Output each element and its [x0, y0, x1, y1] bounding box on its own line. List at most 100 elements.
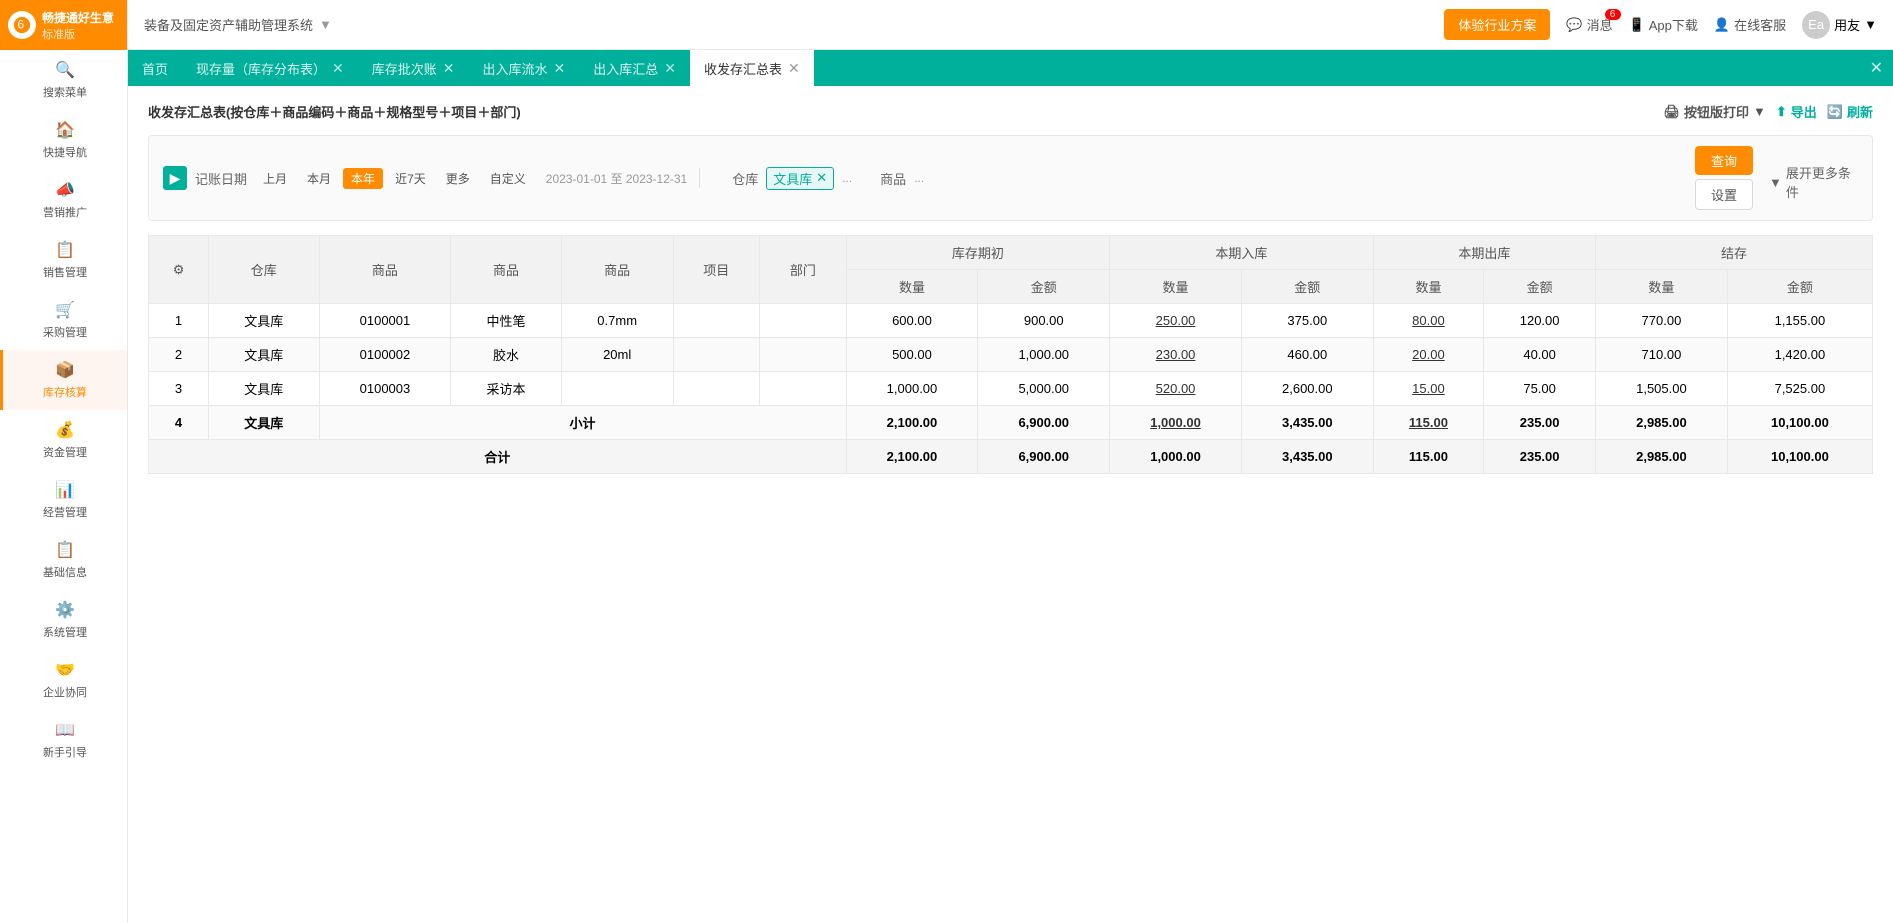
row2-in-qty[interactable]: 230.00 [1110, 338, 1242, 372]
this-month-btn[interactable]: 本月 [299, 168, 339, 189]
purchase-icon: 🛒 [55, 300, 75, 320]
subtotal-out-qty[interactable]: 115.00 [1373, 406, 1484, 440]
sidebar-item-basic[interactable]: 📋 基础信息 [0, 530, 127, 590]
sidebar-item-sales[interactable]: 📋 销售管理 [0, 230, 127, 290]
tab-close-icon[interactable]: ✕ [332, 61, 344, 75]
this-year-btn[interactable]: 本年 [343, 168, 383, 189]
row1-open-qty: 600.00 [846, 304, 978, 338]
app-download-button[interactable]: 📱 App下载 [1629, 15, 1698, 34]
sidebar-item-finance[interactable]: 💰 资金管理 [0, 410, 127, 470]
warehouse-tag[interactable]: 文具库 ✕ [766, 167, 834, 190]
topbar-system: 装备及固定资产辅助管理系统 ▼ [144, 15, 332, 34]
row1-project [673, 304, 760, 338]
row2-code: 0100002 [319, 338, 451, 372]
tab-inventory-dist[interactable]: 现存量（库存分布表） ✕ [182, 50, 358, 86]
settings-col-header[interactable]: ⚙ [149, 236, 209, 304]
row1-in-amt: 375.00 [1241, 304, 1373, 338]
custom-date-btn[interactable]: 自定义 [482, 168, 534, 189]
settings-button[interactable]: 设置 [1695, 179, 1753, 210]
try-industry-button[interactable]: 体验行业方案 [1444, 9, 1550, 40]
subtotal-no: 4 [149, 406, 209, 440]
row2-open-qty: 500.00 [846, 338, 978, 372]
filter-toggle-btn[interactable]: ▶ [163, 166, 187, 190]
last-month-btn[interactable]: 上月 [255, 168, 295, 189]
warehouse-col-header: 仓库 [209, 236, 319, 304]
row3-out-qty[interactable]: 15.00 [1373, 372, 1484, 406]
row2-out-amt: 40.00 [1484, 338, 1596, 372]
tab-batch[interactable]: 库存批次账 ✕ [358, 50, 469, 86]
row3-out-amt: 75.00 [1484, 372, 1596, 406]
row2-out-qty[interactable]: 20.00 [1373, 338, 1484, 372]
tab-close-icon[interactable]: ✕ [788, 61, 800, 75]
warehouse-more[interactable]: ... [842, 171, 852, 185]
sidebar-item-quicknav[interactable]: 🏠 快捷导航 [0, 110, 127, 170]
tab-inout-summary[interactable]: 出入库汇总 ✕ [579, 50, 690, 86]
tab-close-all[interactable]: ✕ [1860, 58, 1893, 78]
query-button[interactable]: 查询 [1695, 146, 1753, 175]
warehouse-tag-remove[interactable]: ✕ [816, 170, 827, 186]
total-label: 合计 [149, 440, 847, 474]
row3-open-qty: 1,000.00 [846, 372, 978, 406]
online-service-button[interactable]: 👤 在线客服 [1714, 15, 1786, 34]
row2-dept [760, 338, 847, 372]
in-col-header: 本期入库 [1110, 236, 1374, 270]
goods-name-col-header: 商品 [451, 236, 561, 304]
more-date-btn[interactable]: 更多 [438, 168, 478, 189]
row1-no: 1 [149, 304, 209, 338]
sidebar-item-guide[interactable]: 📖 新手引导 [0, 710, 127, 770]
row3-in-qty[interactable]: 520.00 [1110, 372, 1242, 406]
sidebar-item-label: 销售管理 [43, 264, 87, 280]
table-row: 1 文具库 0100001 中性笔 0.7mm 600.00 900.00 25… [149, 304, 1873, 338]
row3-warehouse: 文具库 [209, 372, 319, 406]
tab-close-icon[interactable]: ✕ [664, 61, 676, 75]
sidebar-item-search[interactable]: 🔍 搜索菜单 [0, 50, 127, 110]
row1-out-qty[interactable]: 80.00 [1373, 304, 1484, 338]
filter-bar: ▶ 记账日期 上月 本月 本年 近7天 更多 自定义 2023-01-01 至 … [148, 135, 1873, 221]
sidebar-item-system[interactable]: ⚙️ 系统管理 [0, 590, 127, 650]
sidebar-item-operation[interactable]: 📊 经营管理 [0, 470, 127, 530]
sidebar-item-inventory[interactable]: 📦 库存核算 [0, 350, 127, 410]
print-button[interactable]: 🖨 按钮版打印 ▼ [1663, 102, 1765, 121]
tab-close-icon[interactable]: ✕ [554, 61, 566, 75]
row1-warehouse: 文具库 [209, 304, 319, 338]
subtotal-warehouse: 文具库 [209, 406, 319, 440]
sidebar-item-collab[interactable]: 🤝 企业协同 [0, 650, 127, 710]
out-col-header: 本期出库 [1373, 236, 1595, 270]
row1-close-amt: 1,155.00 [1727, 304, 1872, 338]
topbar-system-name: 装备及固定资产辅助管理系统 [144, 15, 313, 34]
filter-row: ▶ 记账日期 上月 本月 本年 近7天 更多 自定义 2023-01-01 至 … [163, 146, 1753, 210]
logo-icon: 6 [8, 11, 36, 39]
subtotal-in-qty[interactable]: 1,000.00 [1110, 406, 1242, 440]
page-title-bar: 收发存汇总表(按仓库＋商品编码＋商品＋规格型号＋项目＋部门) 🖨 按钮版打印 ▼… [148, 102, 1873, 121]
tab-inout-flow[interactable]: 出入库流水 ✕ [469, 50, 580, 86]
total-close-amt: 10,100.00 [1727, 440, 1872, 474]
expand-more-btn[interactable]: ▼ 展开更多条件 [1769, 163, 1858, 201]
goods-more[interactable]: ... [914, 171, 924, 185]
subtotal-row: 4 文具库 小计 2,100.00 6,900.00 1,000.00 3,43… [149, 406, 1873, 440]
row1-in-qty[interactable]: 250.00 [1110, 304, 1242, 338]
tab-close-icon[interactable]: ✕ [443, 61, 455, 75]
subtotal-open-amt: 6,900.00 [978, 406, 1110, 440]
row2-spec: 20ml [561, 338, 673, 372]
topbar-dropdown-icon[interactable]: ▼ [319, 17, 332, 32]
export-button[interactable]: ⬆ 导出 [1776, 102, 1817, 121]
sidebar-item-label: 系统管理 [43, 624, 87, 640]
user-menu[interactable]: Ea 用友 ▼ [1802, 11, 1877, 39]
operation-icon: 📊 [55, 480, 75, 500]
tab-inout-total[interactable]: 收发存汇总表 ✕ [690, 50, 814, 86]
sidebar-item-label: 快捷导航 [43, 144, 87, 160]
sidebar-item-purchase[interactable]: 🛒 采购管理 [0, 290, 127, 350]
sales-icon: 📋 [55, 240, 75, 260]
tab-home[interactable]: 首页 [128, 50, 182, 86]
message-button[interactable]: 💬 消息 6 [1566, 15, 1612, 34]
subtotal-open-qty: 2,100.00 [846, 406, 978, 440]
row2-close-amt: 1,420.00 [1727, 338, 1872, 372]
row2-warehouse: 文具库 [209, 338, 319, 372]
message-icon: 💬 [1566, 17, 1582, 33]
last-7-days-btn[interactable]: 近7天 [387, 168, 434, 189]
home-icon: 🏠 [55, 120, 75, 140]
refresh-button[interactable]: 🔄 刷新 [1827, 102, 1873, 121]
page-inner: 收发存汇总表(按仓库＋商品编码＋商品＋规格型号＋项目＋部门) 🖨 按钮版打印 ▼… [128, 86, 1893, 923]
sidebar-item-marketing[interactable]: 📣 营销推广 [0, 170, 127, 230]
subtotal-label: 小计 [319, 406, 846, 440]
